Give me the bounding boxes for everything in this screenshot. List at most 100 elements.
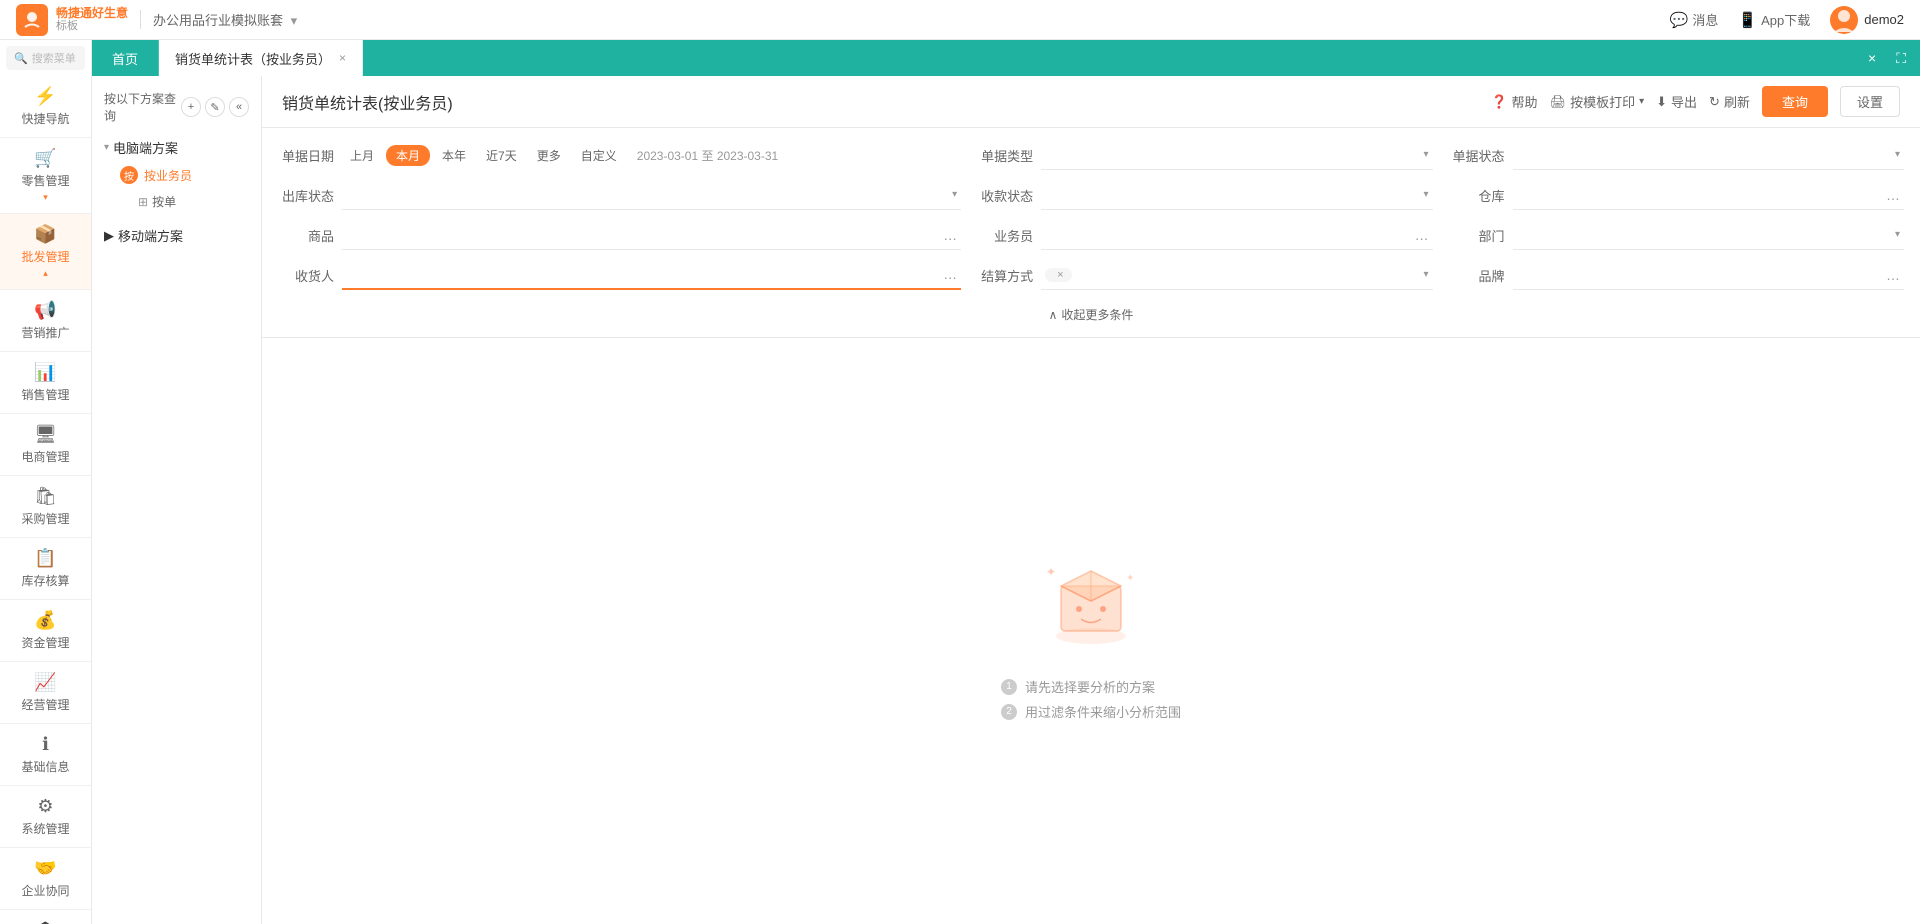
date-tab-custom[interactable]: 自定义 <box>573 145 625 166</box>
query-button[interactable]: 查询 <box>1762 86 1828 117</box>
out-status-arrow-icon: ▾ <box>952 189 957 200</box>
sidebar-item-wholesale[interactable]: 📦 批发管理 ▴ <box>0 214 91 290</box>
inventory-icon: 📋 <box>34 548 56 569</box>
pc-scheme-group: ▾ 电脑端方案 按 按业务员 ⊞ 按单 <box>92 130 261 218</box>
sidebar-item-onboarding[interactable]: 🎓 新手引导 <box>0 910 91 924</box>
scheme-by-order[interactable]: ⊞ 按单 <box>92 189 261 214</box>
receiver-input[interactable]: … <box>342 260 961 290</box>
department-select[interactable]: ▾ <box>1513 220 1904 250</box>
date-tab-last-month[interactable]: 上月 <box>342 145 382 166</box>
payment-select[interactable]: × ▾ <box>1041 260 1432 290</box>
empty-tips: 1 请先选择要分析的方案 2 用过滤条件来缩小分析范围 <box>1001 677 1181 721</box>
filter-row-3: 商品 … 业务员 … <box>278 220 1904 250</box>
avatar <box>1830 6 1858 34</box>
svg-text:✦: ✦ <box>1046 565 1056 579</box>
date-tab-current-month[interactable]: 本月 <box>386 145 430 166</box>
date-field: 单据日期 上月 本月 本年 近7天 更多 自定义 2023-03-01 至 20… <box>278 145 961 166</box>
doc-status-select[interactable]: ▾ <box>1513 140 1904 170</box>
message-icon: 💬 <box>1670 11 1689 29</box>
tip-num-2: 2 <box>1001 704 1017 720</box>
export-button[interactable]: ⬇ 导出 <box>1656 92 1697 111</box>
add-scheme-button[interactable]: + <box>181 97 201 117</box>
sidebar-search-area[interactable]: 🔍 搜索菜单 <box>6 46 85 70</box>
help-button[interactable]: ❓ 帮助 <box>1491 92 1537 111</box>
edit-scheme-button[interactable]: ✎ <box>205 97 225 117</box>
date-tab-more[interactable]: 更多 <box>529 145 569 166</box>
doc-type-label: 单据类型 <box>977 146 1033 165</box>
department-field: 部门 ▾ <box>1449 220 1904 250</box>
salesperson-select[interactable]: … <box>1041 220 1432 250</box>
app-download-button[interactable]: 📱 App下载 <box>1738 10 1810 29</box>
print-button[interactable]: 🖨 按模板打印 ▾ <box>1550 92 1645 111</box>
sidebar-item-purchase[interactable]: 🛍 采购管理 <box>0 476 91 538</box>
pc-scheme-title[interactable]: ▾ 电脑端方案 <box>92 134 261 161</box>
sidebar-item-system[interactable]: ⚙ 系统管理 <box>0 786 91 848</box>
payment-field: 结算方式 × ▾ <box>977 260 1432 290</box>
collect-status-select[interactable]: ▾ <box>1041 180 1432 210</box>
sidebar-item-ecommerce[interactable]: 🖥 电商管理 <box>0 414 91 476</box>
refresh-button[interactable]: ↻ 刷新 <box>1709 92 1750 111</box>
message-button[interactable]: 💬 消息 <box>1670 10 1719 29</box>
date-tab-last-7-days[interactable]: 近7天 <box>478 145 525 166</box>
tab-close-button[interactable]: × <box>339 52 346 64</box>
goods-label: 商品 <box>278 226 334 245</box>
settings-button[interactable]: 设置 <box>1840 86 1900 117</box>
goods-select[interactable]: … <box>342 220 961 250</box>
tab-current[interactable]: 销货单统计表（按业务员） × <box>159 40 363 76</box>
system-icon: ⚙ <box>37 796 53 817</box>
collapse-scheme-button[interactable]: « <box>229 97 249 117</box>
user-profile[interactable]: demo2 <box>1830 6 1904 34</box>
sidebar-item-basic-info[interactable]: ℹ 基础信息 <box>0 724 91 786</box>
collect-status-arrow-icon: ▾ <box>1424 189 1429 200</box>
doc-type-select[interactable]: ▾ <box>1041 140 1432 170</box>
sidebar-item-quick-nav[interactable]: ⚡ 快捷导航 <box>0 76 91 138</box>
page-title-bar: 销货单统计表(按业务员) ❓ 帮助 🖨 按模板打印 ▾ <box>262 76 1920 128</box>
scheme-by-salesperson[interactable]: 按 按业务员 <box>92 161 261 189</box>
date-tabs: 上月 本月 本年 近7天 更多 自定义 2023-03-01 至 2023-03… <box>342 145 961 166</box>
sidebar-item-marketing[interactable]: 📢 营销推广 <box>0 290 91 352</box>
export-icon: ⬇ <box>1656 94 1667 110</box>
mobile-scheme-group: ▶ 移动端方案 <box>92 218 261 253</box>
sidebar-item-operations[interactable]: 📈 经营管理 <box>0 662 91 724</box>
warehouse-dots[interactable]: … <box>1886 187 1900 203</box>
brand-label: 品牌 <box>1449 266 1505 285</box>
onboarding-icon: 🎓 <box>34 920 56 924</box>
mobile-scheme-title[interactable]: ▶ 移动端方案 <box>92 222 261 249</box>
doc-type-field: 单据类型 ▾ <box>977 140 1432 170</box>
collab-icon: 🤝 <box>34 858 56 879</box>
sidebar-item-finance[interactable]: 💰 资金管理 <box>0 600 91 662</box>
header-right: 💬 消息 📱 App下载 demo2 <box>1670 6 1904 34</box>
date-tab-current-year[interactable]: 本年 <box>434 145 474 166</box>
out-status-field: 出库状态 ▾ <box>278 180 961 210</box>
salesperson-field: 业务员 … <box>977 220 1432 250</box>
sidebar-item-collaboration[interactable]: 🤝 企业协同 <box>0 848 91 910</box>
marketing-icon: 📢 <box>34 300 56 321</box>
sidebar-item-inventory[interactable]: 📋 库存核算 <box>0 538 91 600</box>
svg-text:✦: ✦ <box>1126 573 1134 584</box>
tab-maximize-button[interactable]: ⛶ <box>1890 48 1912 69</box>
brand-dots[interactable]: … <box>1886 267 1900 283</box>
tab-minimize-button[interactable]: × <box>1862 48 1882 68</box>
date-range-text: 2023-03-01 至 2023-03-31 <box>637 147 778 164</box>
payment-tag: × <box>1045 268 1071 282</box>
goods-dots[interactable]: … <box>943 227 957 243</box>
sidebar-item-sales[interactable]: 📊 销售管理 <box>0 352 91 414</box>
sales-icon: 📊 <box>34 362 56 383</box>
salesperson-label: 业务员 <box>977 226 1033 245</box>
warehouse-select[interactable]: … <box>1513 180 1904 210</box>
page-title: 销货单统计表(按业务员) <box>282 90 453 124</box>
warehouse-field: 仓库 … <box>1449 180 1904 210</box>
tab-home[interactable]: 首页 <box>92 40 159 76</box>
enterprise-dropdown-icon[interactable]: ▾ <box>291 13 298 28</box>
salesperson-dots[interactable]: … <box>1415 227 1429 243</box>
help-icon: ❓ <box>1491 94 1507 110</box>
page-content: 按以下方案查询 + ✎ « <box>92 76 1920 924</box>
receiver-dots[interactable]: … <box>943 266 957 282</box>
brand-select[interactable]: … <box>1513 260 1904 290</box>
out-status-select[interactable]: ▾ <box>342 180 961 210</box>
collapse-button[interactable]: ∧ 收起更多条件 <box>278 300 1904 325</box>
sidebar-item-retail[interactable]: 🛒 零售管理 ▾ <box>0 138 91 214</box>
warehouse-label: 仓库 <box>1449 186 1505 205</box>
ecommerce-icon: 🖥 <box>34 424 57 445</box>
payment-tag-close[interactable]: × <box>1057 269 1063 281</box>
